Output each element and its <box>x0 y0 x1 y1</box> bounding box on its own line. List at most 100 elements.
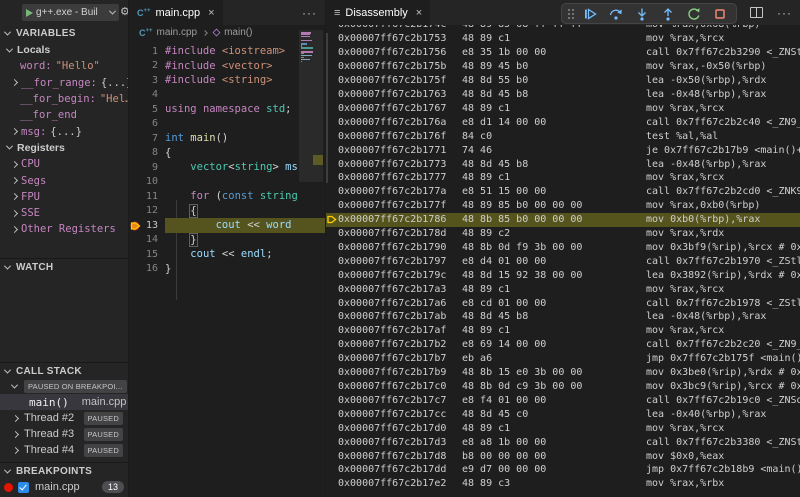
disasm-row[interactable]: 0x00007ff67c2b17a348 89 c1mov %rax,%rcx <box>326 282 800 296</box>
code-line[interactable]: 1#include <iostream> <box>129 44 325 59</box>
chevron-down-icon <box>4 366 11 373</box>
disasm-row[interactable]: 0x00007ff67c2b175348 89 c1mov %rax,%rcx <box>326 32 800 46</box>
toolbar-drag-handle[interactable] <box>566 4 576 23</box>
disasm-row[interactable]: 0x00007ff67c2b175f48 8d 55 b0lea -0x50(%… <box>326 74 800 88</box>
code-line[interactable]: 13 cout << word <box>129 218 325 233</box>
code-editor[interactable]: 1#include <iostream>2#include <vector>3#… <box>129 40 325 497</box>
disasm-row[interactable]: 0x00007ff67c2b175b48 89 45 b0mov %rax,-0… <box>326 60 800 74</box>
disasm-row[interactable]: 0x00007ff67c2b178d48 89 c2mov %rax,%rdx <box>326 227 800 241</box>
code-line[interactable]: 7int main() <box>129 131 325 146</box>
variables-header[interactable]: VARIABLES <box>0 25 128 42</box>
step-over-button[interactable] <box>604 4 628 23</box>
variable-item[interactable]: Segs <box>0 172 128 188</box>
disassembly-view[interactable]: 0x00007ff67c2b174c48 89 85 68 ff ff ffmo… <box>326 25 800 497</box>
editor-more-actions[interactable]: ··· <box>302 6 317 20</box>
thread-row[interactable]: Thread #4PAUSED <box>0 442 128 458</box>
disasm-row[interactable]: 0x00007ff67c2b17af48 89 c1mov %rax,%rcx <box>326 324 800 338</box>
code-line[interactable]: 8{ <box>129 146 325 161</box>
disasm-row[interactable]: 0x00007ff67c2b17c048 8b 0d c9 3b 00 00mo… <box>326 380 800 394</box>
code-line[interactable]: 15 cout << endl; <box>129 247 325 262</box>
step-into-button[interactable] <box>630 4 654 23</box>
debug-launch-dropdown[interactable]: g++.exe - Buil <box>22 4 119 21</box>
variable-item[interactable]: Other Registers <box>0 221 128 237</box>
disasm-row[interactable]: 0x00007ff67c2b1797e8 d4 01 00 00call 0x7… <box>326 254 800 268</box>
disasm-row[interactable]: 0x00007ff67c2b17b948 8b 15 e0 3b 00 00mo… <box>326 366 800 380</box>
disasm-row[interactable]: 0x00007ff67c2b17d8b8 00 00 00 00mov $0x0… <box>326 449 800 463</box>
variables-group[interactable]: Registers <box>0 140 128 156</box>
main-thread-row[interactable]: PAUSED ON BREAKPOI... <box>0 379 128 394</box>
chevron-down-icon <box>4 29 11 36</box>
code-line[interactable]: 12 { <box>129 204 325 219</box>
disasm-row[interactable]: 0x00007ff67c2b17c7e8 f4 01 00 00call 0x7… <box>326 393 800 407</box>
restart-button[interactable] <box>682 4 706 23</box>
code-line[interactable]: 5using namespace std; <box>129 102 325 117</box>
disasm-row[interactable]: 0x00007ff67c2b177ae8 51 15 00 00call 0x7… <box>326 185 800 199</box>
code-line[interactable]: 4 <box>129 88 325 103</box>
code-line[interactable]: 9 vector<string> ms <box>129 160 325 175</box>
disasm-row[interactable]: 0x00007ff67c2b17d3e8 a8 1b 00 00call 0x7… <box>326 435 800 449</box>
stack-frame-main[interactable]: main() main.cpp <box>0 394 128 410</box>
code-line[interactable]: 14 } <box>129 233 325 248</box>
breadcrumb[interactable]: C++ main.cpp main() <box>129 25 325 40</box>
disasm-row[interactable]: 0x00007ff67c2b177f48 89 85 b0 00 00 00mo… <box>326 199 800 213</box>
variables-section: VARIABLES Localsword:"Hello"__for_range:… <box>0 25 128 258</box>
breakpoints-header[interactable]: BREAKPOINTS <box>0 462 128 479</box>
disasm-row[interactable]: 0x00007ff67c2b17ab48 8d 45 b8lea -0x48(%… <box>326 310 800 324</box>
disasm-bytes: 48 89 85 b0 00 00 00 <box>462 200 646 211</box>
disasm-row[interactable]: 0x00007ff67c2b17a6e8 cd 01 00 00call 0x7… <box>326 296 800 310</box>
stop-button[interactable] <box>708 4 732 23</box>
start-debugging-icon[interactable] <box>26 9 33 17</box>
gear-icon[interactable]: ⚙ <box>120 5 128 18</box>
breakpoint-checkbox[interactable] <box>18 482 29 493</box>
minimap[interactable] <box>299 28 323 188</box>
tab-disassembly[interactable]: ≡ Disassembly × <box>326 0 430 25</box>
breakpoint-item[interactable]: main.cpp 13 <box>0 479 128 495</box>
disasm-row[interactable]: 0x00007ff67c2b17d048 89 c1mov %rax,%rcx <box>326 421 800 435</box>
disasm-row[interactable]: 0x00007ff67c2b179c48 8d 15 92 38 00 00le… <box>326 268 800 282</box>
disasm-row[interactable]: 0x00007ff67c2b17e248 89 c3mov %rax,%rbx <box>326 477 800 491</box>
continue-button[interactable] <box>578 4 602 23</box>
disasm-row[interactable]: 0x00007ff67c2b177748 89 c1mov %rax,%rcx <box>326 171 800 185</box>
code-line[interactable]: 6 <box>129 117 325 132</box>
variable-item[interactable]: msg:{...} <box>0 123 128 139</box>
variable-item[interactable]: __for_end <box>0 107 128 123</box>
thread-row[interactable]: Thread #2PAUSED <box>0 410 128 426</box>
close-icon[interactable]: × <box>208 7 214 19</box>
split-editor-icon[interactable] <box>750 7 763 18</box>
watch-header[interactable]: WATCH <box>0 258 128 275</box>
disasm-row[interactable]: 0x00007ff67c2b17b2e8 69 14 00 00call 0x7… <box>326 338 800 352</box>
disasm-row[interactable]: 0x00007ff67c2b176348 8d 45 b8lea -0x48(%… <box>326 88 800 102</box>
code-line[interactable]: 3#include <string> <box>129 73 325 88</box>
disasm-row[interactable]: 0x00007ff67c2b179048 8b 0d f9 3b 00 00mo… <box>326 241 800 255</box>
disasm-row[interactable]: 0x00007ff67c2b176748 89 c1mov %rax,%rcx <box>326 101 800 115</box>
variables-group[interactable]: Locals <box>0 42 128 58</box>
disasm-row[interactable]: 0x00007ff67c2b1756e8 35 1b 00 00call 0x7… <box>326 46 800 60</box>
disasm-row[interactable]: 0x00007ff67c2b17dde9 d7 00 00 00jmp 0x7f… <box>326 463 800 477</box>
disasm-row[interactable]: 0x00007ff67c2b176ae8 d1 14 00 00call 0x7… <box>326 115 800 129</box>
code-line[interactable]: 16} <box>129 262 325 277</box>
variable-item[interactable]: __for_range:{...} <box>0 75 128 91</box>
variable-item[interactable]: FPU <box>0 189 128 205</box>
disasm-row[interactable]: 0x00007ff67c2b174c48 89 85 68 ff ff ffmo… <box>326 25 800 32</box>
disasm-row[interactable]: 0x00007ff67c2b17b7eb a6jmp 0x7ff67c2b175… <box>326 352 800 366</box>
variable-item[interactable]: __for_begin:"Hel… <box>0 91 128 107</box>
disasm-row[interactable]: 0x00007ff67c2b178648 8b 85 b0 00 00 00mo… <box>326 213 800 227</box>
code-line[interactable]: 11 for (const string <box>129 189 325 204</box>
tab-main-cpp[interactable]: C++ main.cpp × <box>129 0 223 25</box>
variable-item[interactable]: CPU <box>0 156 128 172</box>
disasm-row[interactable]: 0x00007ff67c2b176f84 c0test %al,%al <box>326 129 800 143</box>
disassembly-more-actions[interactable]: ··· <box>777 6 792 20</box>
disasm-row[interactable]: 0x00007ff67c2b177174 46je 0x7ff67c2b17b9… <box>326 143 800 157</box>
code-line[interactable]: 10 <box>129 175 325 190</box>
variable-item[interactable]: word:"Hello" <box>0 58 128 74</box>
call-stack-header[interactable]: CALL STACK <box>0 362 128 379</box>
disasm-row[interactable]: 0x00007ff67c2b17cc48 8d 45 c0lea -0x40(%… <box>326 407 800 421</box>
variable-item[interactable]: SSE <box>0 205 128 221</box>
code-line[interactable]: 2#include <vector> <box>129 59 325 74</box>
disasm-bytes: e8 cd 01 00 00 <box>462 298 646 309</box>
disasm-row[interactable]: 0x00007ff67c2b177348 8d 45 b8lea -0x48(%… <box>326 157 800 171</box>
thread-row[interactable]: Thread #3PAUSED <box>0 426 128 442</box>
close-icon[interactable]: × <box>416 7 422 19</box>
disasm-address: 0x00007ff67c2b1763 <box>338 89 462 100</box>
step-out-button[interactable] <box>656 4 680 23</box>
